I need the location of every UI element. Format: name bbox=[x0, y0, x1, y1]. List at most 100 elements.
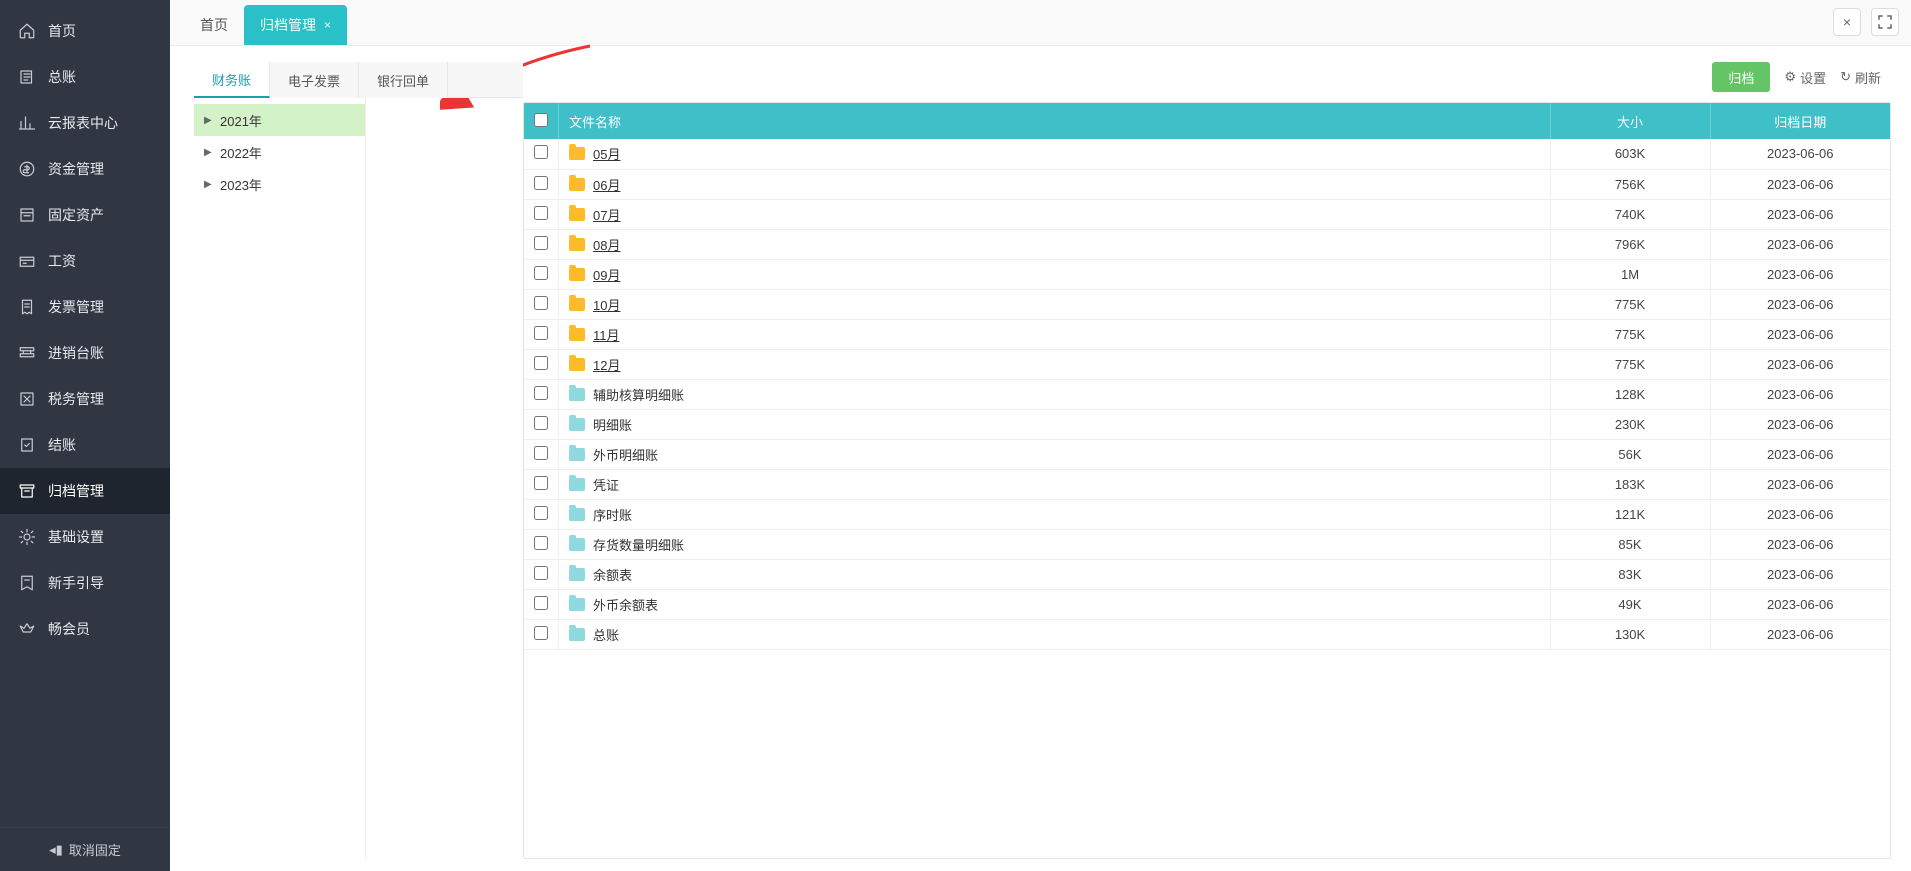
file-link[interactable]: 08月 bbox=[593, 235, 620, 254]
sidebar-item-7[interactable]: 进销台账 bbox=[0, 330, 170, 376]
row-checkbox[interactable] bbox=[534, 145, 548, 159]
file-link[interactable]: 07月 bbox=[593, 205, 620, 224]
chart-icon bbox=[18, 114, 36, 132]
fullscreen-button[interactable] bbox=[1871, 8, 1899, 36]
sidebar-item-0[interactable]: 首页 bbox=[0, 8, 170, 54]
file-link[interactable]: 09月 bbox=[593, 265, 620, 284]
sidebar-item-label: 结账 bbox=[48, 435, 76, 455]
sidebar-item-1[interactable]: 总账 bbox=[0, 54, 170, 100]
inner-tab-1[interactable]: 电子发票 bbox=[270, 62, 359, 98]
file-date: 2023-06-06 bbox=[1710, 619, 1890, 649]
folder-icon bbox=[569, 508, 585, 521]
row-checkbox[interactable] bbox=[534, 626, 548, 640]
file-size: 775K bbox=[1550, 349, 1710, 379]
tree-node-label: 2022年 bbox=[220, 143, 262, 162]
table-row: 07月740K2023-06-06 bbox=[524, 199, 1890, 229]
file-date: 2023-06-06 bbox=[1710, 589, 1890, 619]
archive-button[interactable]: 归档 bbox=[1712, 62, 1770, 92]
row-checkbox[interactable] bbox=[534, 206, 548, 220]
file-name: 外币明细账 bbox=[593, 445, 658, 464]
sidebar-item-10[interactable]: 归档管理 bbox=[0, 468, 170, 514]
folder-icon bbox=[569, 147, 585, 160]
tax-icon bbox=[18, 390, 36, 408]
file-link[interactable]: 06月 bbox=[593, 175, 620, 194]
folder-icon bbox=[569, 268, 585, 281]
inner-tab-2[interactable]: 银行回单 bbox=[359, 62, 448, 98]
sidebar-item-4[interactable]: 固定资产 bbox=[0, 192, 170, 238]
tab-home[interactable]: 首页 bbox=[184, 5, 244, 45]
file-link[interactable]: 10月 bbox=[593, 295, 620, 314]
row-checkbox[interactable] bbox=[534, 266, 548, 280]
row-checkbox[interactable] bbox=[534, 236, 548, 250]
row-checkbox[interactable] bbox=[534, 176, 548, 190]
table-row: 06月756K2023-06-06 bbox=[524, 169, 1890, 199]
close-icon[interactable]: × bbox=[324, 18, 331, 32]
file-date: 2023-06-06 bbox=[1710, 559, 1890, 589]
sidebar-item-label: 固定资产 bbox=[48, 205, 104, 225]
folder-icon bbox=[569, 238, 585, 251]
file-name: 存货数量明细账 bbox=[593, 535, 684, 554]
file-size: 775K bbox=[1550, 289, 1710, 319]
row-checkbox[interactable] bbox=[534, 386, 548, 400]
file-size: 49K bbox=[1550, 589, 1710, 619]
row-checkbox[interactable] bbox=[534, 536, 548, 550]
file-table: 文件名称 大小 归档日期 05月603K2023-06-0606月756K202… bbox=[523, 102, 1891, 859]
tree-node-1[interactable]: ▶2022年 bbox=[194, 136, 365, 168]
row-checkbox[interactable] bbox=[534, 566, 548, 580]
sidebar-item-12[interactable]: 新手引导 bbox=[0, 560, 170, 606]
file-size: 130K bbox=[1550, 619, 1710, 649]
select-all-checkbox[interactable] bbox=[534, 113, 548, 127]
row-checkbox[interactable] bbox=[534, 506, 548, 520]
file-size: 121K bbox=[1550, 499, 1710, 529]
inner-tab-0[interactable]: 财务账 bbox=[194, 62, 270, 98]
tree-node-0[interactable]: ▶2021年 bbox=[194, 104, 365, 136]
sidebar-item-9[interactable]: 结账 bbox=[0, 422, 170, 468]
sidebar-collapse[interactable]: ◂▮ 取消固定 bbox=[0, 827, 170, 871]
file-size: 56K bbox=[1550, 439, 1710, 469]
tab-archive[interactable]: 归档管理 × bbox=[244, 5, 347, 45]
settings-label: 设置 bbox=[1800, 68, 1826, 87]
sidebar-item-13[interactable]: 畅会员 bbox=[0, 606, 170, 652]
row-checkbox[interactable] bbox=[534, 446, 548, 460]
table-row: 09月1M2023-06-06 bbox=[524, 259, 1890, 289]
sidebar-item-5[interactable]: 工资 bbox=[0, 238, 170, 284]
sidebar-item-label: 资金管理 bbox=[48, 159, 104, 179]
folder-icon bbox=[569, 388, 585, 401]
folder-icon bbox=[569, 628, 585, 641]
home-icon bbox=[18, 22, 36, 40]
file-size: 128K bbox=[1550, 379, 1710, 409]
settings-button[interactable]: ⚙ 设置 bbox=[1784, 68, 1826, 87]
sidebar-item-label: 税务管理 bbox=[48, 389, 104, 409]
archive-icon bbox=[18, 482, 36, 500]
file-link[interactable]: 11月 bbox=[593, 325, 620, 344]
file-name: 序时账 bbox=[593, 505, 632, 524]
refresh-button[interactable]: ↻ 刷新 bbox=[1840, 68, 1881, 87]
tree-node-label: 2021年 bbox=[220, 111, 262, 130]
folder-icon bbox=[569, 418, 585, 431]
tree-node-2[interactable]: ▶2023年 bbox=[194, 168, 365, 200]
file-date: 2023-06-06 bbox=[1710, 139, 1890, 169]
folder-icon bbox=[569, 568, 585, 581]
row-checkbox[interactable] bbox=[534, 596, 548, 610]
sidebar-item-2[interactable]: 云报表中心 bbox=[0, 100, 170, 146]
tab-archive-label: 归档管理 bbox=[260, 15, 316, 35]
close-icon bbox=[18, 436, 36, 454]
close-panel-button[interactable]: × bbox=[1833, 8, 1861, 36]
row-checkbox[interactable] bbox=[534, 296, 548, 310]
row-checkbox[interactable] bbox=[534, 356, 548, 370]
row-checkbox[interactable] bbox=[534, 476, 548, 490]
row-checkbox[interactable] bbox=[534, 326, 548, 340]
file-link[interactable]: 12月 bbox=[593, 355, 620, 374]
table-row: 外币明细账56K2023-06-06 bbox=[524, 439, 1890, 469]
file-size: 183K bbox=[1550, 469, 1710, 499]
sidebar-item-11[interactable]: 基础设置 bbox=[0, 514, 170, 560]
row-checkbox[interactable] bbox=[534, 416, 548, 430]
tree-node-label: 2023年 bbox=[220, 175, 262, 194]
sidebar-item-3[interactable]: 资金管理 bbox=[0, 146, 170, 192]
inner-tabs: 财务账电子发票银行回单 bbox=[194, 62, 523, 98]
sidebar-item-6[interactable]: 发票管理 bbox=[0, 284, 170, 330]
sidebar-item-8[interactable]: 税务管理 bbox=[0, 376, 170, 422]
file-date: 2023-06-06 bbox=[1710, 409, 1890, 439]
file-link[interactable]: 05月 bbox=[593, 144, 620, 163]
folder-icon bbox=[569, 478, 585, 491]
